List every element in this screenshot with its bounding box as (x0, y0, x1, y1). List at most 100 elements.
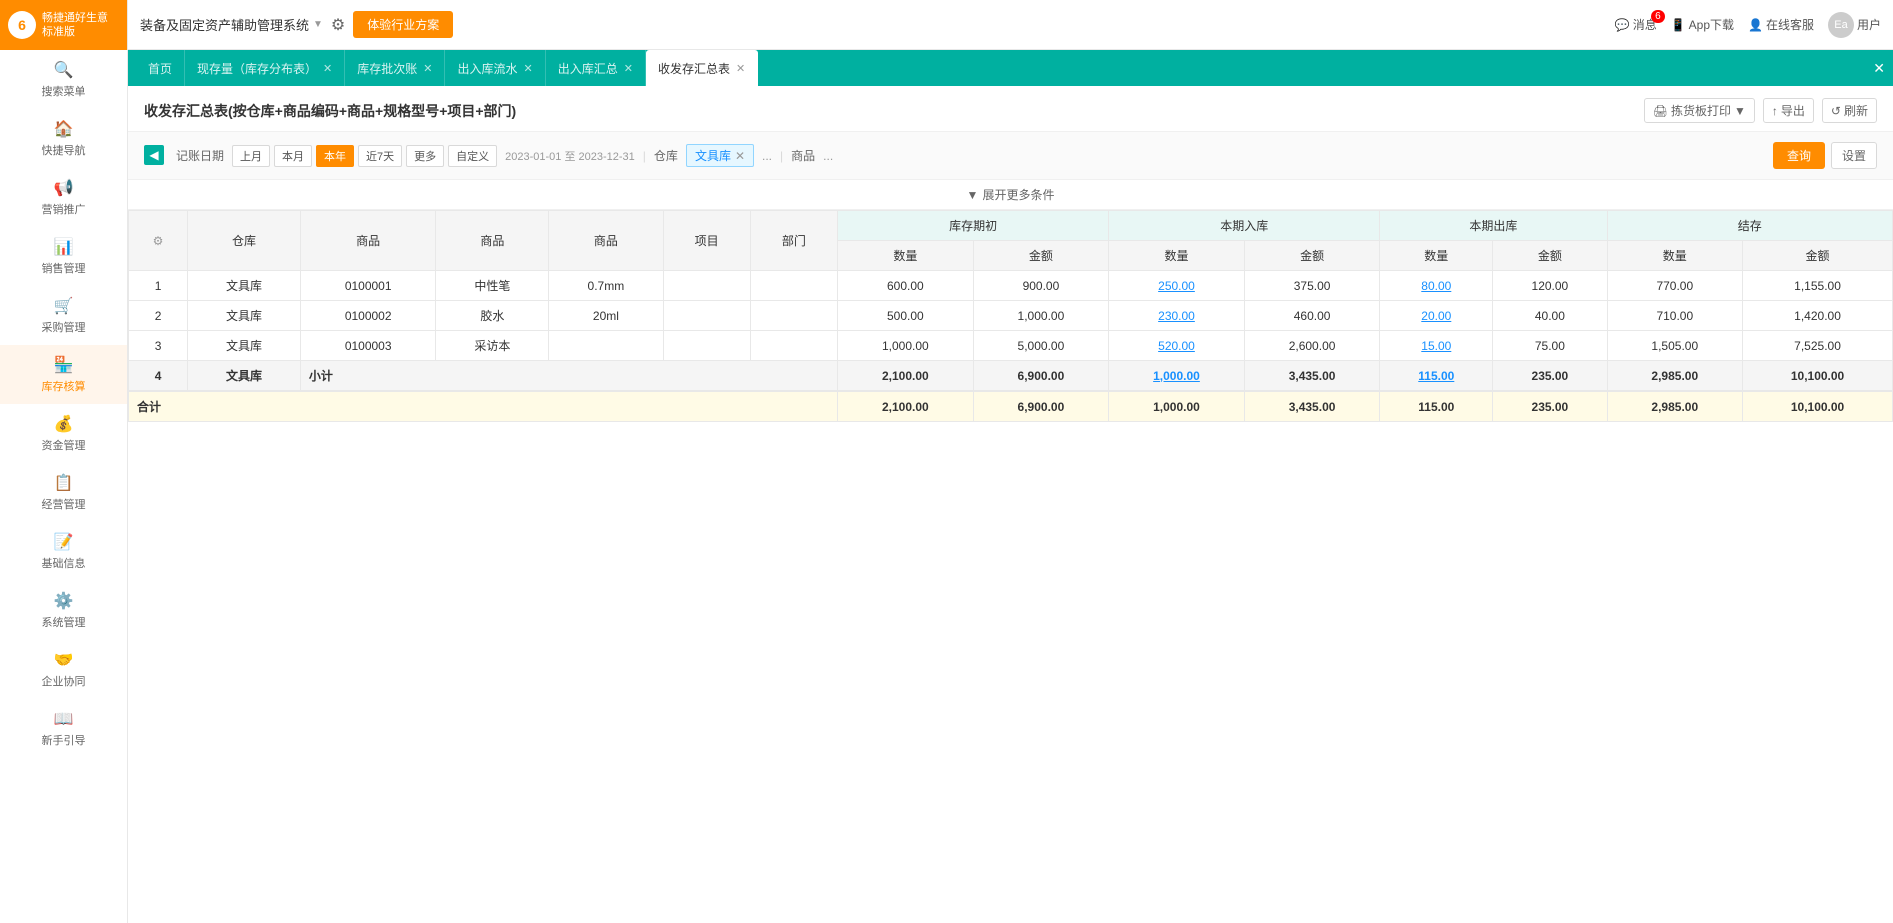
user-avatar: Ea (1828, 12, 1854, 38)
warehouse-more[interactable]: ... (762, 149, 772, 163)
subtotal-open-qty: 2,100.00 (838, 361, 974, 392)
tab-label-summary-recv: 收发存汇总表 (658, 60, 730, 77)
tabbar: 首页现存量（库存分布表）✕库存批次账✕出入库流水✕出入库汇总✕收发存汇总表✕✕ (128, 50, 1893, 86)
row-out-qty[interactable]: 15.00 (1380, 331, 1493, 361)
date-btn-本年[interactable]: 本年 (316, 145, 354, 167)
filter-collapse-btn[interactable]: ◀ (144, 145, 164, 165)
sidebar-item-marketing[interactable]: 📢营销推广 (0, 168, 127, 227)
operation-icon: 📋 (54, 473, 74, 493)
row-in-qty[interactable]: 520.00 (1109, 331, 1245, 361)
expand-filter-row[interactable]: ▼ 展开更多条件 (128, 180, 1893, 210)
service-item[interactable]: 👤 在线客服 (1748, 16, 1814, 33)
tab-close-summary-io-icon[interactable]: ✕ (624, 62, 633, 75)
tab-summary-io[interactable]: 出入库汇总✕ (546, 50, 646, 86)
user-label: 用户 (1857, 16, 1881, 33)
table-wrapper: ⚙ 仓库 商品 商品 商品 项目 部门 库存期初 本期入库 本期出库 结存 数量 (128, 210, 1893, 923)
sidebar-item-quick-nav[interactable]: 🏠快捷导航 (0, 109, 127, 168)
product-more[interactable]: ... (823, 149, 833, 163)
row-close-amt: 1,155.00 (1743, 271, 1893, 301)
sidebar-item-operation[interactable]: 📋 经营管理 (0, 463, 127, 522)
row-close-qty: 770.00 (1607, 271, 1743, 301)
operation-label: 经营管理 (42, 496, 86, 512)
print-btn[interactable]: 🖨 拣货板打印 ▼ (1644, 98, 1755, 123)
date-btn-自定义[interactable]: 自定义 (448, 145, 497, 167)
table-row: 3 文具库 0100003 采访本 1,000.00 5,000.00 520.… (129, 331, 1893, 361)
service-label: 在线客服 (1766, 16, 1814, 33)
sidebar-item-search[interactable]: 🔍搜索菜单 (0, 50, 127, 109)
row-close-amt: 7,525.00 (1743, 331, 1893, 361)
row-in-qty[interactable]: 230.00 (1109, 301, 1245, 331)
tab-label-home: 首页 (148, 60, 172, 77)
row-open-amt: 900.00 (973, 271, 1109, 301)
tab-home[interactable]: 首页 (136, 50, 185, 86)
subtotal-open-amt: 6,900.00 (973, 361, 1109, 392)
subtotal-label: 小计 (300, 361, 837, 392)
subtotal-no: 4 (129, 361, 188, 392)
col-code-header: 商品 (300, 211, 436, 271)
tab-stock-dist[interactable]: 现存量（库存分布表）✕ (185, 50, 345, 86)
system-icon: ⚙️ (54, 591, 74, 611)
row-out-qty[interactable]: 20.00 (1380, 301, 1493, 331)
open-amt-header: 金额 (973, 241, 1109, 271)
filter-settings-btn[interactable]: 设置 (1831, 142, 1877, 169)
topbar-right: 💬 消息 6 📱 App下载 👤 在线客服 Ea 用户 (1615, 12, 1881, 38)
date-btn-本月[interactable]: 本月 (274, 145, 312, 167)
footer-out-amt: 235.00 (1493, 391, 1607, 422)
table-row: 2 文具库 0100002 胶水 20ml 500.00 1,000.00 23… (129, 301, 1893, 331)
warehouse-tag-close-icon[interactable]: ✕ (735, 149, 745, 163)
group-opening-header: 库存期初 (838, 211, 1109, 241)
row-in-qty[interactable]: 250.00 (1109, 271, 1245, 301)
purchase-label: 采购管理 (42, 319, 86, 335)
tab-summary-recv[interactable]: 收发存汇总表 ✕ (646, 50, 758, 86)
row-spec (549, 331, 663, 361)
row-open-qty: 1,000.00 (838, 331, 974, 361)
print-label: 拣货板打印 (1671, 102, 1731, 119)
query-btn[interactable]: 查询 (1773, 142, 1825, 169)
user-item[interactable]: Ea 用户 (1828, 12, 1881, 38)
settings-icon[interactable]: ⚙ (331, 15, 345, 35)
row-out-qty[interactable]: 80.00 (1380, 271, 1493, 301)
refresh-btn[interactable]: ↺ 刷新 (1822, 98, 1877, 123)
row-no: 2 (129, 301, 188, 331)
tab-close-stock-dist-icon[interactable]: ✕ (323, 62, 332, 75)
group-out-header: 本期出库 (1380, 211, 1607, 241)
date-btn-更多[interactable]: 更多 (406, 145, 444, 167)
app-download-item[interactable]: 📱 App下载 (1671, 16, 1734, 33)
trial-btn[interactable]: 体验行业方案 (353, 11, 453, 38)
sidebar-item-purchase[interactable]: 🛒采购管理 (0, 286, 127, 345)
export-btn[interactable]: ↑ 导出 (1763, 98, 1814, 123)
tab-close-summary-recv-icon[interactable]: ✕ (736, 62, 745, 75)
sidebar-item-newbie[interactable]: 📖新手引导 (0, 699, 127, 758)
row-spec: 20ml (549, 301, 663, 331)
tab-close-batch-icon[interactable]: ✕ (423, 62, 432, 75)
app-icon: 📱 (1671, 18, 1686, 32)
sidebar-item-corp[interactable]: 🤝企业协同 (0, 640, 127, 699)
tab-close-flow-icon[interactable]: ✕ (524, 62, 533, 75)
logo-icon: 6 (8, 11, 36, 39)
basic-icon: 📝 (54, 532, 74, 552)
data-table: ⚙ 仓库 商品 商品 商品 项目 部门 库存期初 本期入库 本期出库 结存 数量 (128, 210, 1893, 422)
footer-label: 合计 (129, 391, 838, 422)
sidebar-item-system[interactable]: ⚙️系统管理 (0, 581, 127, 640)
date-btn-近7天[interactable]: 近7天 (358, 145, 402, 167)
row-warehouse: 文具库 (188, 271, 301, 301)
refresh-icon: ↺ (1831, 104, 1841, 118)
row-warehouse: 文具库 (188, 331, 301, 361)
date-btn-上月[interactable]: 上月 (232, 145, 270, 167)
system-name-dropdown[interactable]: 装备及固定资产辅助管理系统 ▼ (140, 15, 323, 34)
tab-batch[interactable]: 库存批次账✕ (345, 50, 445, 86)
tab-flow[interactable]: 出入库流水 ✕ (445, 50, 545, 86)
sidebar-item-finance[interactable]: 💰资金管理 (0, 404, 127, 463)
sidebar-item-sales[interactable]: 📊销售管理 (0, 227, 127, 286)
sidebar-item-inventory[interactable]: 🏪库存核算 (0, 345, 127, 404)
basic-label: 基础信息 (42, 555, 86, 571)
msg-item[interactable]: 💬 消息 6 (1615, 16, 1657, 33)
close-all-tabs-icon[interactable]: ✕ (1873, 60, 1885, 77)
finance-icon: 💰 (54, 414, 74, 434)
subtotal-row: 4 文具库 小计 2,100.00 6,900.00 1,000.00 3,43… (129, 361, 1893, 392)
col-settings[interactable]: ⚙ (129, 211, 188, 271)
tab-label-flow: 出入库流水 (457, 60, 517, 77)
sidebar-item-basic[interactable]: 📝 基础信息 (0, 522, 127, 581)
col-project-header: 项目 (663, 211, 750, 271)
row-no: 3 (129, 331, 188, 361)
